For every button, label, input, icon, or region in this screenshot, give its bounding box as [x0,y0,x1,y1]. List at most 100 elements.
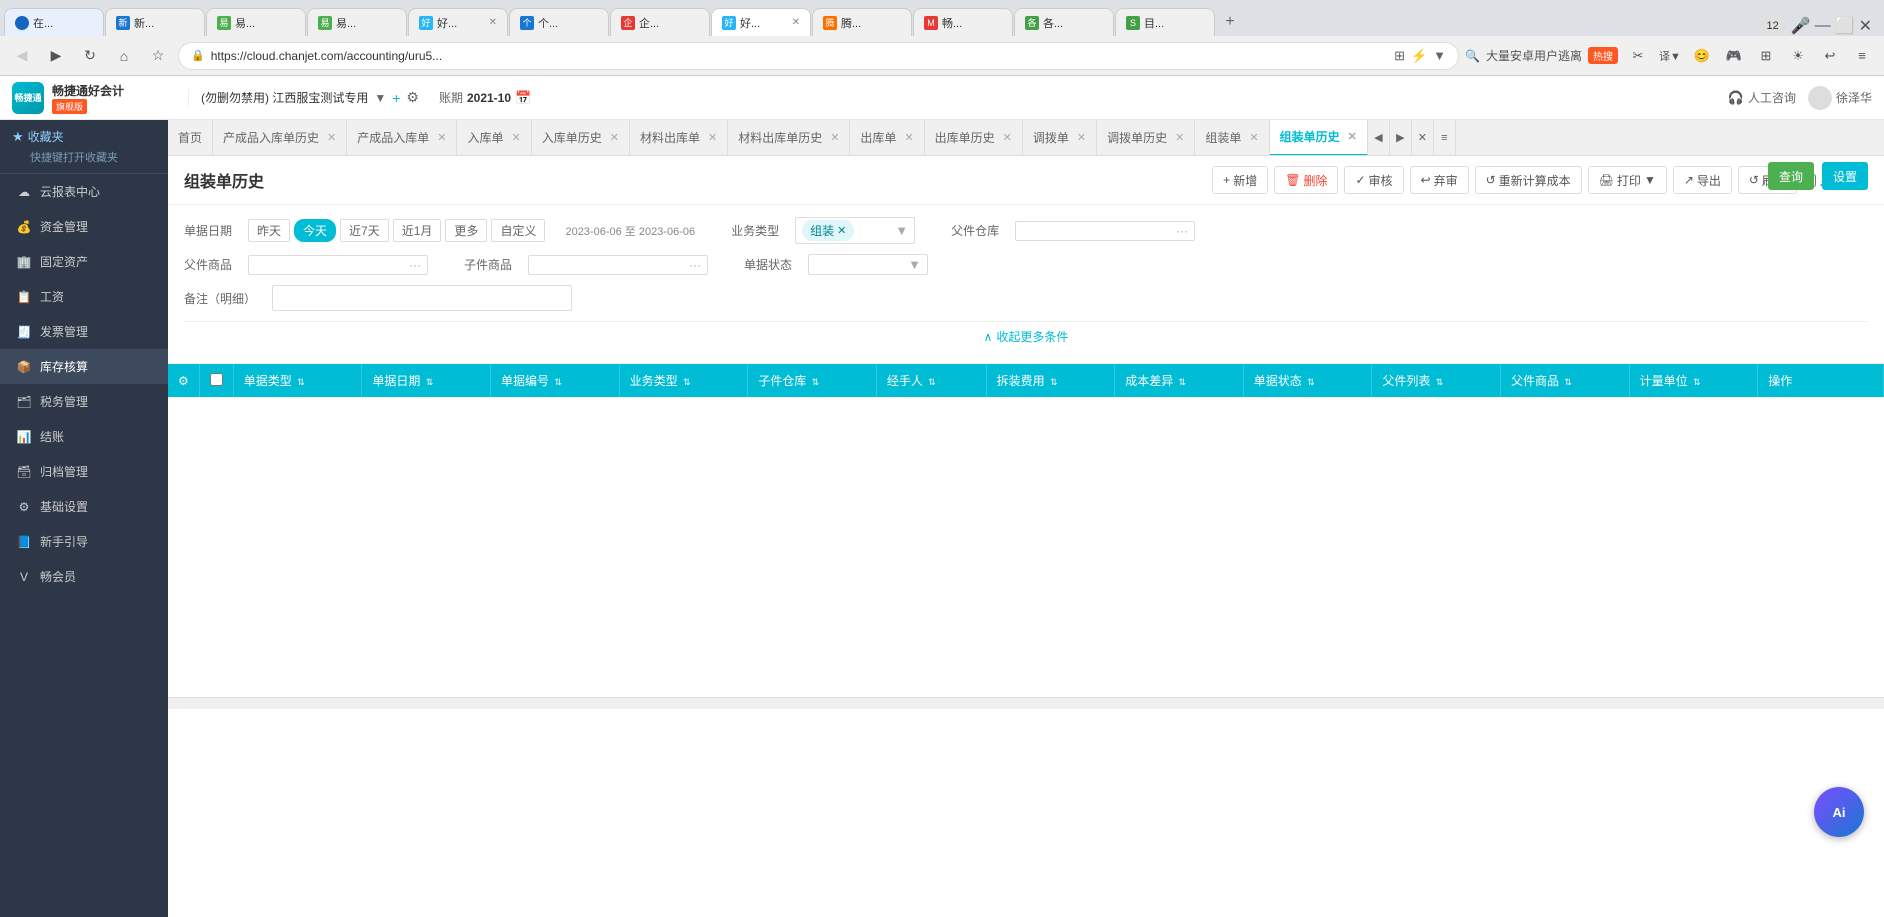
page-tab-home[interactable]: 首页 [168,120,213,156]
page-tab-kit-history[interactable]: 组装单历史 ✕ [1270,120,1368,156]
new-tab-btn[interactable]: + [1216,8,1244,36]
tabs-close-btn[interactable]: ✕ [1412,120,1434,156]
page-tab-material-out[interactable]: 材料出库单 ✕ [630,120,728,156]
yesterday-btn[interactable]: 昨天 [248,219,290,242]
tabs-next-btn[interactable]: ▶ [1390,120,1412,156]
ai-float-btn[interactable]: Ai [1814,787,1864,837]
sidebar-item-guide[interactable]: 📘 新手引导 [0,524,168,559]
home-btn[interactable]: ⌂ [110,42,138,70]
parent-warehouse-input[interactable]: ··· [1015,221,1195,241]
kit-history-close-icon[interactable]: ✕ [1348,130,1357,143]
out-history-close-icon[interactable]: ✕ [1003,131,1012,144]
last7-btn[interactable]: 近7天 [340,219,389,242]
chevron-down-icon[interactable]: ▼ [1433,48,1446,63]
approve-btn[interactable]: ✓ 审核 [1344,166,1403,194]
child-goods-more-icon[interactable]: ··· [689,258,701,272]
parent-goods-more-icon[interactable]: ··· [409,258,421,272]
col-parent-list[interactable]: 父件列表 ⇅ [1372,364,1501,397]
out-order-close-icon[interactable]: ✕ [904,131,913,144]
url-bar[interactable]: 🔒 https://cloud.chanjet.com/accounting/u… [178,42,1459,70]
col-order-no[interactable]: 单据编号 ⇅ [490,364,619,397]
service-btn[interactable]: 🎧 人工咨询 [1728,89,1796,106]
filter-collapse-btn[interactable]: ∧ 收起更多条件 [184,321,1868,351]
emoji-icon[interactable]: 😊 [1688,42,1716,70]
bottom-scroll[interactable] [168,697,1884,709]
sidebar-item-vip[interactable]: V 畅会员 [0,559,168,594]
browser-tab-7[interactable]: 腾 腾... [812,8,912,36]
business-type-input-area[interactable]: 组装 ✕ ▼ [795,217,915,244]
tabs-prev-btn[interactable]: ◀ [1368,120,1390,156]
sidebar-item-tax[interactable]: 🗂 税务管理 [0,384,168,419]
page-tab-assemble-history[interactable]: 调拨单历史 ✕ [1097,120,1195,156]
business-type-dropdown-icon[interactable]: ▼ [895,223,908,238]
material-out-history-close-icon[interactable]: ✕ [830,131,839,144]
add-btn[interactable]: + 新增 [1212,166,1268,194]
col-settings[interactable]: ⚙ [168,364,199,397]
browser-tab-1[interactable]: 新 新... [105,8,205,36]
star-btn[interactable]: ☆ [144,42,172,70]
parent-warehouse-more-icon[interactable]: ··· [1176,224,1188,238]
sidebar-item-salary[interactable]: 📋 工资 [0,279,168,314]
abandon-btn[interactable]: ↩ 弃审 [1410,166,1469,194]
browser-tab-3[interactable]: 易 易... [307,8,407,36]
custom-date-btn[interactable]: 自定义 [491,219,545,242]
company-dropdown-icon[interactable]: ▼ [374,91,386,105]
qr-icon[interactable]: ⊞ [1394,48,1405,64]
back-btn[interactable]: ◀ [8,42,36,70]
scissors-icon[interactable]: ✂ [1624,42,1652,70]
game-icon[interactable]: 🎮 [1720,42,1748,70]
page-tab-out-order[interactable]: 出库单 ✕ [850,120,924,156]
page-tab-produce-in-history[interactable]: 产成品入库单历史 ✕ [213,120,347,156]
browser-tab-6[interactable]: 企 企... [610,8,710,36]
assemble-close-icon[interactable]: ✕ [1077,131,1086,144]
translate-icon[interactable]: 译▼ [1656,42,1684,70]
browser-tab-active[interactable]: 好 好... ✕ [711,8,811,36]
tabs-menu-btn[interactable]: ≡ [1434,120,1456,156]
sidebar-item-fund[interactable]: 💰 资金管理 [0,209,168,244]
page-tab-out-history[interactable]: 出库单历史 ✕ [925,120,1023,156]
sidebar-item-checkout[interactable]: 📊 结账 [0,419,168,454]
menu-icon[interactable]: ≡ [1848,42,1876,70]
col-cost-diff[interactable]: 成本差异 ⇅ [1115,364,1244,397]
calendar-icon[interactable]: 📅 [515,90,531,106]
col-order-date[interactable]: 单据日期 ⇅ [362,364,491,397]
settings-btn[interactable]: 设置 [1822,162,1868,190]
sidebar-item-archive[interactable]: 🗃 归档管理 [0,454,168,489]
refresh-btn[interactable]: ↻ [76,42,104,70]
col-order-type[interactable]: 单据类型 ⇅ [233,364,362,397]
parent-goods-input[interactable]: ··· [248,255,428,275]
col-child-warehouse[interactable]: 子件仓库 ⇅ [748,364,877,397]
notes-input[interactable] [272,285,572,311]
browser-tab-4[interactable]: 好 好... ✕ [408,8,508,36]
select-all-checkbox[interactable] [210,373,223,386]
settings-gear-icon[interactable]: ⚙ [406,89,419,106]
order-status-select[interactable]: ▼ [808,254,928,275]
sidebar-item-inventory[interactable]: 📦 库存核算 [0,349,168,384]
in-order-close-icon[interactable]: ✕ [512,131,521,144]
recalc-btn[interactable]: ↺ 重新计算成本 [1475,166,1582,194]
last-month-btn[interactable]: 近1月 [393,219,442,242]
print-btn[interactable]: 🖨 打印 ▼ [1588,166,1667,194]
col-checkbox[interactable] [199,364,233,397]
browser-tab-5[interactable]: 个 个... [509,8,609,36]
col-handler[interactable]: 经手人 ⇅ [876,364,986,397]
assemble-history-close-icon[interactable]: ✕ [1175,131,1184,144]
page-tab-material-out-history[interactable]: 材料出库单历史 ✕ [728,120,850,156]
lightning-icon[interactable]: ⚡ [1411,48,1427,64]
delete-btn[interactable]: 🗑 删除 [1274,166,1338,194]
add-company-btn[interactable]: + [392,90,400,106]
hot-tag[interactable]: 热搜 [1588,47,1618,64]
business-type-tag-close[interactable]: ✕ [837,224,846,237]
page-tab-in-order[interactable]: 入库单 ✕ [457,120,531,156]
sidebar-item-basic-settings[interactable]: ⚙ 基础设置 [0,489,168,524]
grid-icon[interactable]: ⊞ [1752,42,1780,70]
export-btn[interactable]: ↗ 导出 [1673,166,1732,194]
col-order-status[interactable]: 单据状态 ⇅ [1243,364,1372,397]
col-calc-unit[interactable]: 计量单位 ⇅ [1629,364,1758,397]
undo-icon[interactable]: ↩ [1816,42,1844,70]
more-date-btn[interactable]: 更多 [445,219,487,242]
browser-tab-8[interactable]: M 畅... [913,8,1013,36]
browser-tab-0[interactable]: 在... [4,8,104,36]
page-tab-assemble[interactable]: 调拨单 ✕ [1023,120,1097,156]
user-info[interactable]: 徐泽华 [1808,86,1872,110]
